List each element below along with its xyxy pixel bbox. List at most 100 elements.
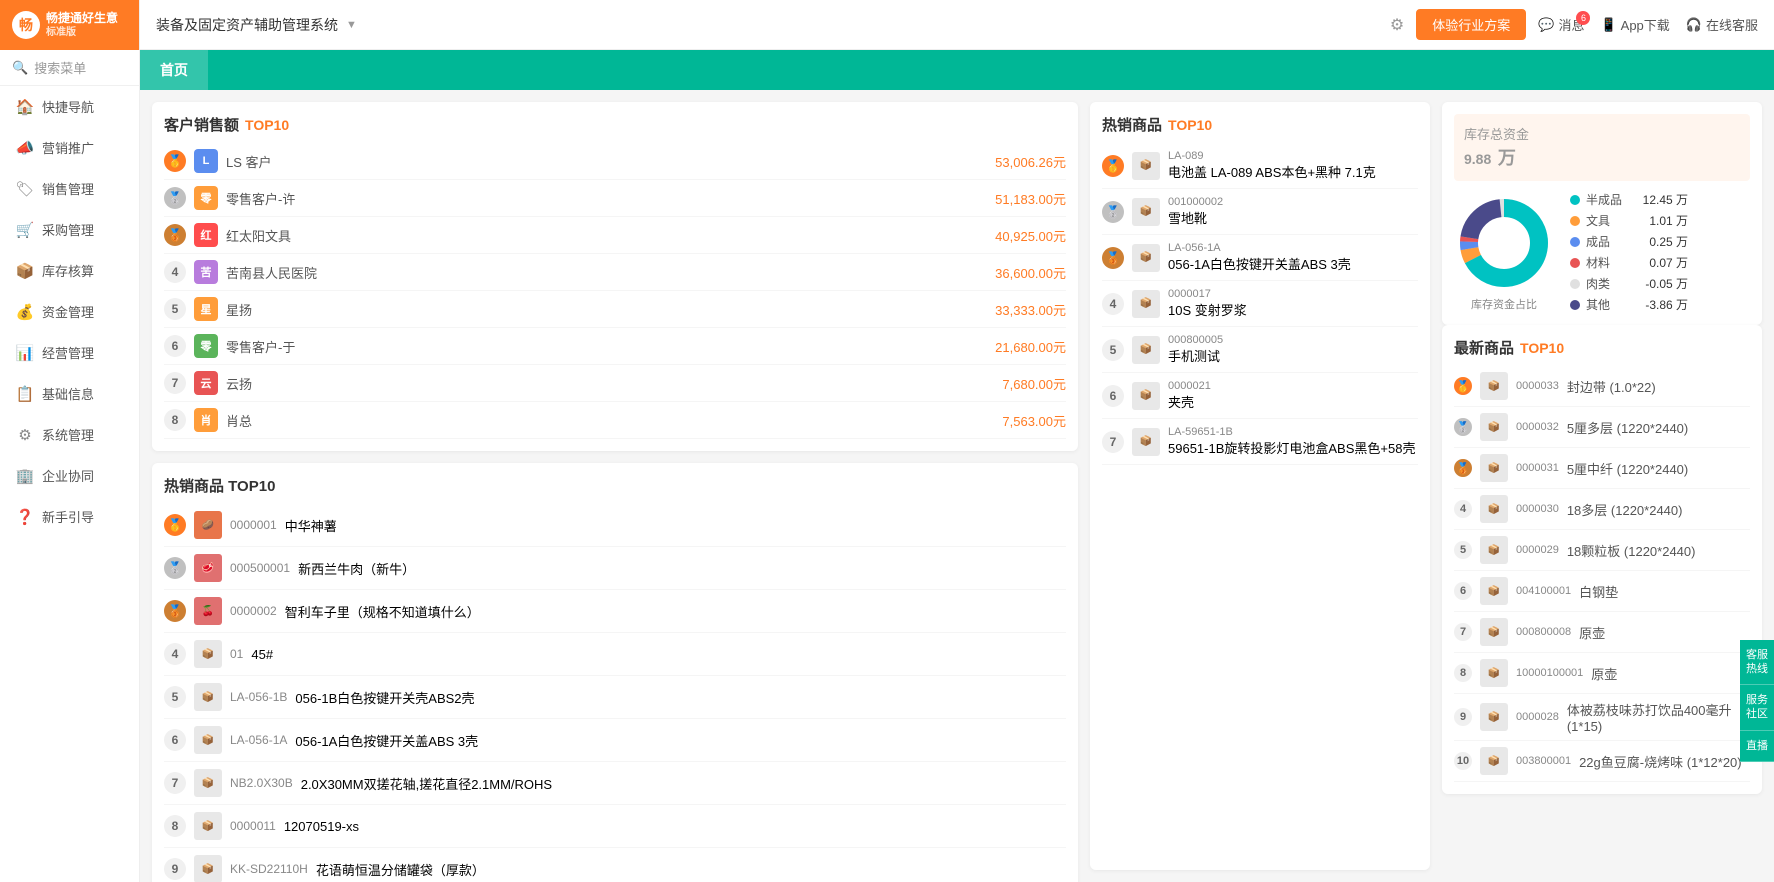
hm-img-7: 📦	[1132, 428, 1160, 456]
hot-mid-item: 4 📦 0000017 10S 变射罗浆	[1102, 281, 1418, 327]
sidebar-item-quick-nav[interactable]: 🏠 快捷导航	[0, 86, 139, 127]
hot-product-item: 4 📦 01 45#	[164, 633, 1066, 676]
rank-item: 5 星 星扬 33,333.00元	[164, 291, 1066, 328]
ni-img-7: 📦	[1480, 618, 1508, 646]
sidebar-item-marketing[interactable]: 📣 营销推广	[0, 127, 139, 168]
product-img-5: 📦	[194, 683, 222, 711]
sidebar-item-purchase[interactable]: 🛒 采购管理	[0, 209, 139, 250]
hot-product-item: 6 📦 LA-056-1A 056-1A白色按键开关盖ABS 3壳	[164, 719, 1066, 762]
hp-rank-9: 9	[164, 858, 186, 880]
headset-icon: 🎧	[1686, 17, 1702, 33]
float-community[interactable]: 服务社区	[1740, 685, 1774, 731]
rank-avatar-5: 星	[194, 297, 218, 321]
hot-mid-item: 5 📦 000800005 手机测试	[1102, 327, 1418, 373]
rank-item: 6 零 零售客户-于 21,680.00元	[164, 328, 1066, 365]
hot-product-item: 🥈 🥩 000500001 新西兰牛肉（新牛）	[164, 547, 1066, 590]
search-menu[interactable]: 🔍 搜索菜单	[0, 50, 139, 86]
hm-rank-7: 7	[1102, 431, 1124, 453]
sales-ranking-heading: 客户销售额 TOP10	[164, 114, 1066, 135]
hp-rank-7: 7	[164, 772, 186, 794]
ni-img-10: 📦	[1480, 747, 1508, 775]
ni-img-4: 📦	[1480, 495, 1508, 523]
legend-dot-5	[1570, 279, 1580, 289]
rank-avatar-7: 云	[194, 371, 218, 395]
hp-rank-2: 🥈	[164, 557, 186, 579]
rank-avatar-2: 零	[194, 186, 218, 210]
rank-num-5: 5	[164, 298, 186, 320]
hm-img-3: 📦	[1132, 244, 1160, 272]
trial-button[interactable]: 体验行业方案	[1416, 9, 1526, 40]
hm-rank-2: 🥈	[1102, 201, 1124, 223]
ni-img-1: 📦	[1480, 372, 1508, 400]
sales-rank-list: 🥇 L LS 客户 53,006.26元 🥈 零 零售客户-许 51,183.0…	[164, 143, 1066, 439]
hm-img-5: 📦	[1132, 336, 1160, 364]
product-img-3: 🍒	[194, 597, 222, 625]
hp-rank-5: 5	[164, 686, 186, 708]
operations-icon: 📊	[16, 344, 34, 362]
hot-product-item: 🥇 🥔 0000001 中华神薯	[164, 504, 1066, 547]
sidebar-item-enterprise[interactable]: 🏢 企业协同	[0, 455, 139, 496]
settings-icon[interactable]: ⚙	[1390, 15, 1404, 35]
hm-rank-1: 🥇	[1102, 155, 1124, 177]
search-icon: 🔍	[12, 60, 28, 76]
hm-img-1: 📦	[1132, 152, 1160, 180]
sidebar-item-sales[interactable]: 🏷 销售管理	[0, 168, 139, 209]
message-icon: 💬	[1538, 17, 1554, 33]
nav-tabs: 首页	[140, 50, 1774, 90]
hot-products-panel: 热销商品 TOP10 🥇 🥔 0000001 中华神薯 🥈	[152, 463, 1078, 882]
message-badge[interactable]: 💬 消息 6	[1538, 15, 1584, 34]
product-img-7: 📦	[194, 769, 222, 797]
rank-item: 4 苦 苦南县人民医院 36,600.00元	[164, 254, 1066, 291]
hot-product-item: 5 📦 LA-056-1B 056-1B白色按键开关壳ABS2壳	[164, 676, 1066, 719]
hot-product-item: 7 📦 NB2.0X30B 2.0X30MM双搓花轴,搓花直径2.1MM/ROH…	[164, 762, 1066, 805]
hot-products-mid-panel: 热销商品 TOP10 🥇 📦 LA-089 电池盖 LA-089 ABS本色+黑…	[1090, 102, 1430, 870]
hm-img-4: 📦	[1132, 290, 1160, 318]
topbar-title: 装备及固定资产辅助管理系统 ▼	[156, 15, 1378, 35]
rank-avatar-3: 红	[194, 223, 218, 247]
inventory-icon: 📦	[16, 262, 34, 280]
rank-num-4: 4	[164, 261, 186, 283]
purchase-icon: 🛒	[16, 221, 34, 239]
logo-text: 畅捷通好生意 标准版	[46, 11, 118, 40]
main-content: 客户销售额 TOP10 🥇 L LS 客户 53,006.26元 �	[140, 90, 1774, 882]
rank-num-1: 🥇	[164, 150, 186, 172]
hot-products-heading: 热销商品 TOP10	[164, 475, 1066, 496]
sidebar-item-sys-mgmt[interactable]: ⚙ 系统管理	[0, 414, 139, 455]
newest-products-panel: 最新商品 TOP10 🥇 📦 0000033 封边带 (1.0*22)	[1442, 325, 1762, 794]
newest-item-7: 7 📦 000800008 原壶	[1454, 612, 1750, 653]
inventory-legend: 半成品 12.45 万 文具 1.01 万	[1570, 191, 1688, 313]
app-download[interactable]: 📱 App下载	[1600, 15, 1669, 34]
topbar: 装备及固定资产辅助管理系统 ▼ ⚙ 体验行业方案 💬 消息 6 📱 App下载 …	[140, 0, 1774, 50]
product-img-8: 📦	[194, 812, 222, 840]
sidebar: 畅 畅捷通好生意 标准版 🔍 搜索菜单 🏠 快捷导航 📣 营销推广 🏷 销售管理…	[0, 0, 140, 882]
newest-item-10: 10 📦 003800001 22g鱼豆腐-烧烤味 (1*12*20)	[1454, 741, 1750, 782]
hot-products-mid-list: 🥇 📦 LA-089 电池盖 LA-089 ABS本色+黑种 7.1克 🥈 📦	[1102, 143, 1418, 465]
tab-home[interactable]: 首页	[140, 50, 208, 90]
hm-img-6: 📦	[1132, 382, 1160, 410]
enterprise-icon: 🏢	[16, 467, 34, 485]
col-right: 库存总资金 9.88 万	[1442, 102, 1762, 870]
sidebar-logo: 畅 畅捷通好生意 标准版	[0, 0, 139, 50]
rank-avatar-6: 零	[194, 334, 218, 358]
float-live[interactable]: 直播	[1740, 731, 1774, 762]
sidebar-item-guide[interactable]: ❓ 新手引导	[0, 496, 139, 537]
donut-chart: 库存资金占比	[1454, 193, 1554, 312]
sidebar-item-finance[interactable]: 💰 资金管理	[0, 291, 139, 332]
float-customer-service[interactable]: 客服热线	[1740, 640, 1774, 686]
newest-list: 🥇 📦 0000033 封边带 (1.0*22) 🥈 📦 0000032 5厘多…	[1454, 366, 1750, 782]
newest-item-3: 🥉 📦 0000031 5厘中纤 (1220*2440)	[1454, 448, 1750, 489]
product-img-2: 🥩	[194, 554, 222, 582]
rank-num-2: 🥈	[164, 187, 186, 209]
hm-rank-4: 4	[1102, 293, 1124, 315]
newest-item-4: 4 📦 0000030 18多层 (1220*2440)	[1454, 489, 1750, 530]
sys-icon: ⚙	[16, 426, 34, 444]
hot-mid-item: 7 📦 LA-59651-1B 59651-1B旋转投影灯电池盒ABS黑色+58…	[1102, 419, 1418, 465]
dropdown-icon[interactable]: ▼	[346, 19, 357, 31]
sidebar-item-inventory[interactable]: 📦 库存核算	[0, 250, 139, 291]
hm-img-2: 📦	[1132, 198, 1160, 226]
sidebar-item-basic-info[interactable]: 📋 基础信息	[0, 373, 139, 414]
hot-product-item: 🥉 🍒 0000002 智利车子里（规格不知道填什么）	[164, 590, 1066, 633]
rank-num-8: 8	[164, 409, 186, 431]
sidebar-item-operations[interactable]: 📊 经营管理	[0, 332, 139, 373]
online-service[interactable]: 🎧 在线客服	[1686, 15, 1758, 34]
